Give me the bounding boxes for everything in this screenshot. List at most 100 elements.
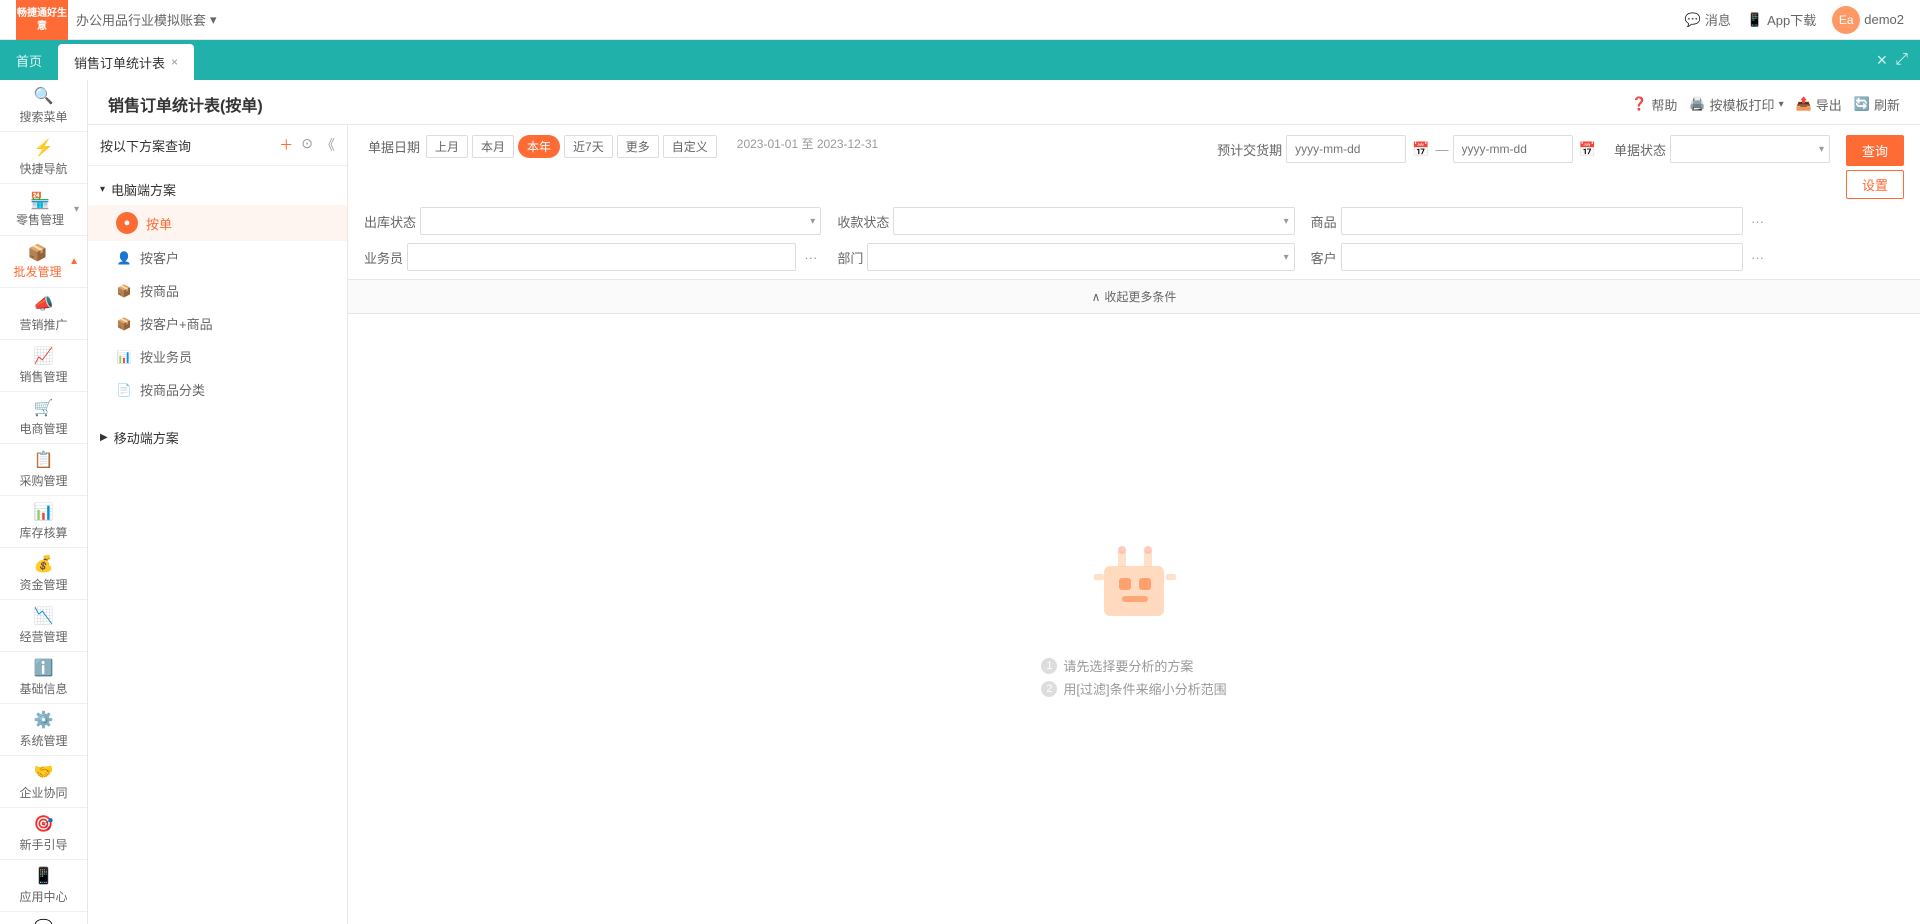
scheme-item-by-product[interactable]: 📦 按商品: [88, 274, 347, 307]
mobile-scheme-section: ▶ 移动端方案: [88, 414, 347, 461]
date-range-text: 2023-01-01 至 2023-12-31: [737, 135, 878, 152]
maximize-icon[interactable]: ⤢: [1895, 51, 1908, 69]
operations-icon: 📉: [34, 606, 54, 626]
sidebar-item-sales[interactable]: 📈 销售管理: [0, 340, 87, 392]
tip-2-num: 2: [1041, 681, 1057, 697]
status-select-wrap: ▾: [1670, 135, 1830, 163]
scheme-item-by-customer-product[interactable]: 📦 按客户+商品: [88, 307, 347, 340]
minimize-icon[interactable]: ×: [1877, 50, 1888, 71]
settings-scheme-icon[interactable]: ⊙: [301, 135, 313, 155]
scheme-item-by-order[interactable]: ● 按单: [88, 205, 347, 241]
salesperson-dots[interactable]: ···: [800, 250, 821, 265]
user-profile[interactable]: Ea demo2: [1832, 6, 1904, 34]
sidebar-item-inventory[interactable]: 📊 库存核算: [0, 496, 87, 548]
sidebar-ecommerce-label: 电商管理: [19, 420, 67, 437]
scheme-by-customer-product-label: 按客户+商品: [140, 314, 213, 333]
sidebar-item-wholesale[interactable]: 📦 批发管理 ▲: [0, 236, 87, 288]
expected-date-group: 预计交货期 📅 — 📅: [1217, 135, 1598, 163]
query-button[interactable]: 查询: [1846, 135, 1904, 166]
tab-sales-order-stats[interactable]: 销售订单统计表 ×: [58, 44, 194, 80]
add-scheme-icon[interactable]: ＋: [279, 135, 293, 155]
wholesale-arrow-icon: ▲: [69, 256, 79, 267]
message-label: 消息: [1705, 10, 1731, 29]
customer-input[interactable]: [1341, 243, 1743, 271]
salesperson-input[interactable]: [407, 243, 796, 271]
export-icon: 📤: [1796, 96, 1812, 112]
scheme-item-by-category[interactable]: 📄 按商品分类: [88, 373, 347, 406]
sidebar-item-basic[interactable]: ℹ️ 基础信息: [0, 652, 87, 704]
customer-dots[interactable]: ···: [1747, 250, 1768, 265]
calendar-end-icon[interactable]: 📅: [1579, 141, 1596, 158]
date-btn-more[interactable]: 更多: [617, 135, 659, 158]
goods-dots[interactable]: ···: [1747, 214, 1768, 229]
sidebar-inventory-label: 库存核算: [19, 524, 67, 541]
tabbar-controls: × ⤢: [1877, 50, 1920, 71]
date-filter-label: 单据日期: [364, 137, 420, 156]
sidebar-item-purchase[interactable]: 📋 采购管理: [0, 444, 87, 496]
message-button[interactable]: 💬 消息: [1685, 10, 1731, 29]
industry-selector[interactable]: 办公用品行业模拟账套 ▾: [76, 10, 217, 29]
action-buttons: 查询 设置: [1846, 135, 1904, 199]
user-name: demo2: [1864, 12, 1904, 27]
sidebar-item-ecommerce[interactable]: 🛒 电商管理: [0, 392, 87, 444]
scheme-by-category-label: 按商品分类: [140, 380, 205, 399]
mobile-scheme-title[interactable]: ▶ 移动端方案: [88, 422, 347, 453]
collapse-bar[interactable]: ∧ 收起更多条件: [348, 279, 1920, 313]
sidebar-quicknav-label: 快捷导航: [19, 160, 67, 177]
sidebar-item-appcenter[interactable]: 📱 应用中心: [0, 860, 87, 912]
date-btn-custom[interactable]: 自定义: [663, 135, 717, 158]
topbar-right: 💬 消息 📱 App下载 Ea demo2: [1685, 6, 1904, 34]
sidebar-item-newbie[interactable]: 🎯 新手引导: [0, 808, 87, 860]
salesperson-group: 业务员 ···: [364, 243, 821, 271]
left-panel-icons: ＋ ⊙ 《: [279, 135, 335, 155]
sidebar-appcenter-label: 应用中心: [19, 888, 67, 905]
sidebar-item-marketing[interactable]: 📣 营销推广: [0, 288, 87, 340]
export-button[interactable]: 📤 导出: [1796, 95, 1842, 114]
sidebar-item-wxwork[interactable]: 💬 企业微信: [0, 912, 87, 924]
scheme-item-by-salesperson[interactable]: 📊 按业务员: [88, 340, 347, 373]
sidebar-item-search[interactable]: 🔍 搜索菜单: [0, 80, 87, 132]
print-button[interactable]: 🖨️ 按模板打印 ▾: [1689, 95, 1783, 114]
industry-arrow-icon: ▾: [210, 12, 217, 28]
sidebar-item-enterprise[interactable]: 🤝 企业协同: [0, 756, 87, 808]
print-icon: 🖨️: [1689, 96, 1705, 112]
marketing-icon: 📣: [34, 294, 54, 314]
app-download-button[interactable]: 📱 App下载: [1747, 10, 1816, 29]
shipment-select[interactable]: [420, 207, 821, 235]
by-salesperson-icon: 📊: [116, 349, 132, 365]
print-arrow-icon: ▾: [1779, 99, 1784, 110]
sidebar-item-retail[interactable]: 🏪 零售管理 ▾: [0, 184, 87, 236]
date-btn-this-year[interactable]: 本年: [518, 135, 560, 158]
refresh-button[interactable]: 🔄 刷新: [1854, 95, 1900, 114]
page-title: 销售订单统计表(按单): [108, 92, 263, 116]
expected-date-end[interactable]: [1453, 135, 1573, 163]
scheme-item-by-customer[interactable]: 👤 按客户: [88, 241, 347, 274]
payment-select[interactable]: [893, 207, 1294, 235]
pc-scheme-title[interactable]: ▾ 电脑端方案: [88, 174, 347, 205]
goods-input[interactable]: [1341, 207, 1743, 235]
expected-date-start[interactable]: [1286, 135, 1406, 163]
payment-label: 收款状态: [837, 212, 889, 231]
help-button[interactable]: ❓ 帮助: [1631, 95, 1677, 114]
date-btn-last-7-days[interactable]: 近7天: [564, 135, 613, 158]
tab-close-icon[interactable]: ×: [171, 55, 178, 69]
settings-button[interactable]: 设置: [1846, 170, 1904, 199]
by-customer-icon: 👤: [116, 250, 132, 266]
department-select[interactable]: [867, 243, 1294, 271]
sidebar-item-system[interactable]: ⚙️ 系统管理: [0, 704, 87, 756]
tab-home[interactable]: 首页: [0, 40, 58, 80]
status-select[interactable]: [1670, 135, 1830, 163]
department-label: 部门: [837, 248, 863, 267]
calendar-start-icon[interactable]: 📅: [1412, 141, 1429, 158]
empty-tip-2: 2 用[过滤]条件来缩小分析范围: [1041, 679, 1226, 698]
date-btn-this-month[interactable]: 本月: [472, 135, 514, 158]
sidebar-item-quicknav[interactable]: ⚡ 快捷导航: [0, 132, 87, 184]
collapse-panel-icon[interactable]: 《: [321, 135, 335, 155]
date-btn-last-month[interactable]: 上月: [426, 135, 468, 158]
sidebar-item-finance[interactable]: 💰 资金管理: [0, 548, 87, 600]
empty-tips: 1 请先选择要分析的方案 2 用[过滤]条件来缩小分析范围: [1041, 652, 1226, 702]
content-body: 按以下方案查询 ＋ ⊙ 《 ▾ 电脑端方案 ● 按单: [88, 125, 1920, 924]
sidebar-sales-label: 销售管理: [19, 368, 67, 385]
refresh-icon: 🔄: [1854, 96, 1870, 112]
sidebar-item-operations[interactable]: 📉 经营管理: [0, 600, 87, 652]
